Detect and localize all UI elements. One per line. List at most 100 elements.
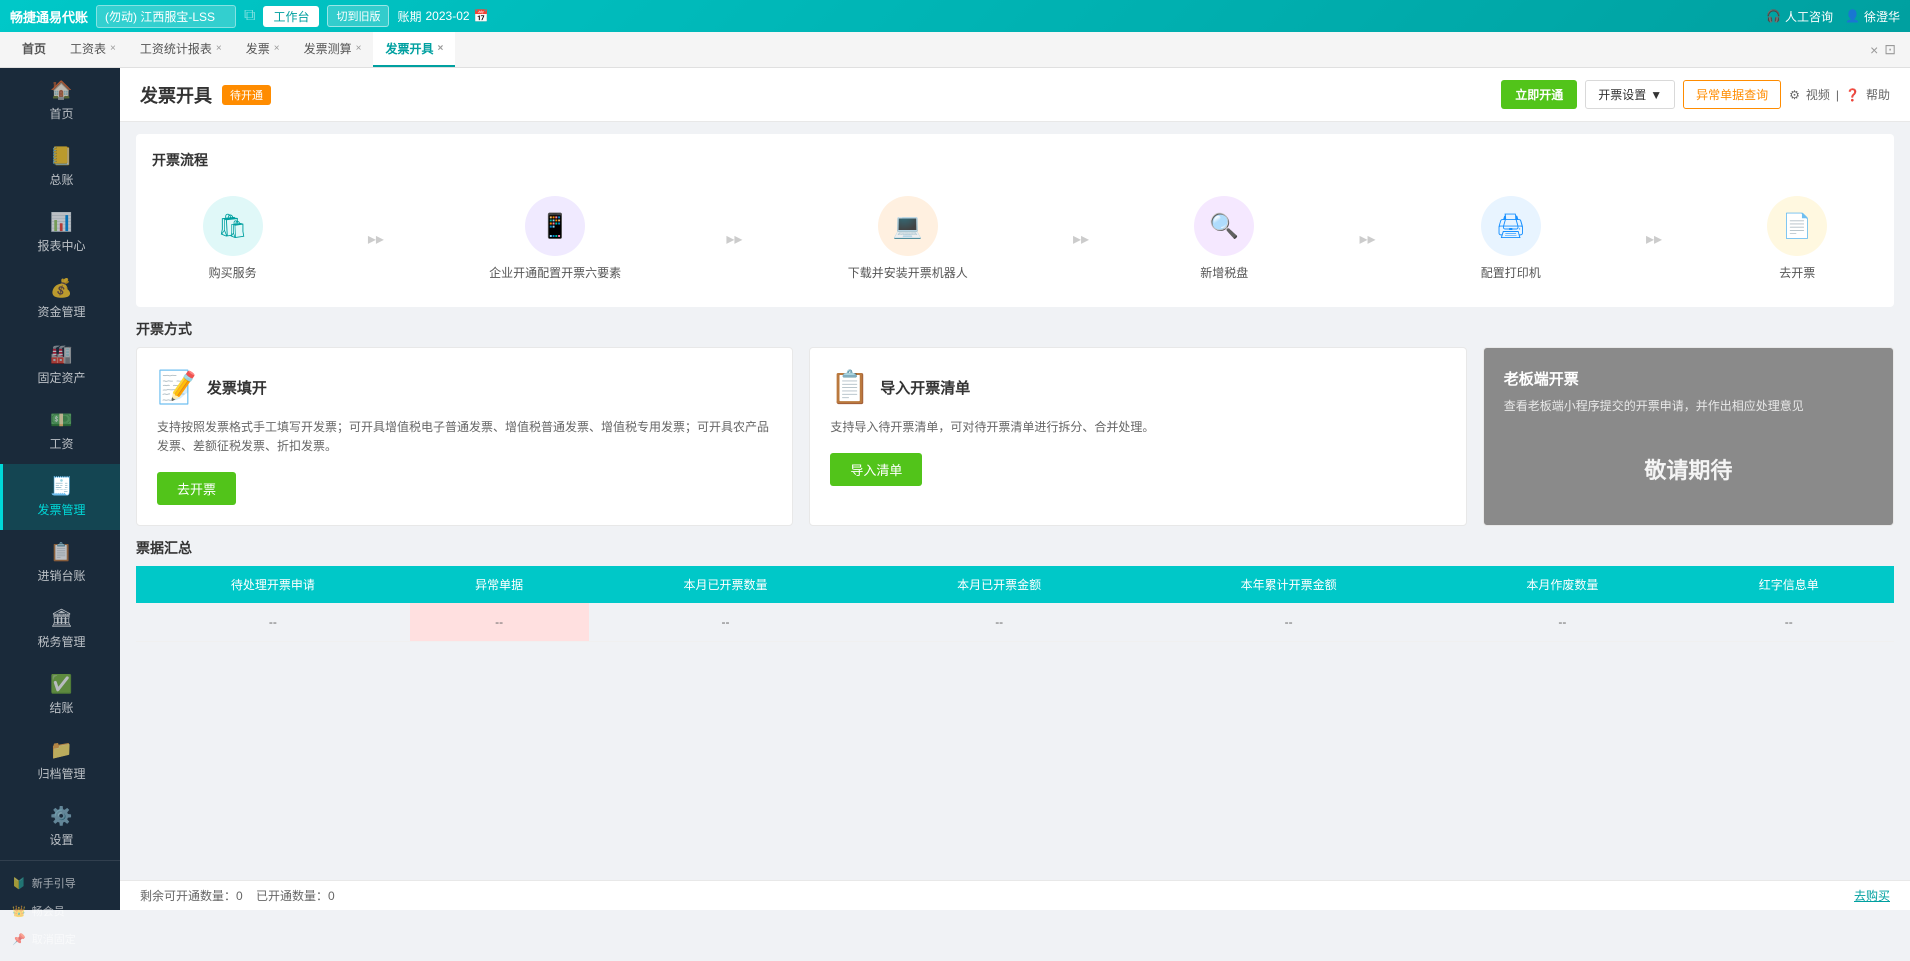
summary-section: 票据汇总 待处理开票申请 异常单据 本月已开票数量 本月已开票金额 本年累计开票…: [136, 538, 1894, 642]
sidebar-item-purchase-sales[interactable]: 📋 进销台账: [0, 530, 120, 596]
tab-salary-label: 工资表: [70, 40, 106, 57]
tab-salary-close[interactable]: ×: [110, 43, 116, 54]
tab-home[interactable]: 首页: [10, 32, 58, 67]
step-config-printer[interactable]: 🖨 配置打印机: [1481, 196, 1541, 281]
remaining-count-label: 剩余可开通数量：0 已开通数量：0: [140, 887, 335, 904]
step-buy-service[interactable]: 🛍 购买服务: [203, 196, 263, 281]
sidebar-settings-label: 设置: [49, 831, 73, 848]
top-bar-right: 🎧 人工咨询 👤 徐澄华: [1766, 8, 1900, 25]
workspace-button[interactable]: 工作台: [263, 6, 319, 27]
cell-pending: --: [136, 603, 410, 642]
ledger-icon: 📒: [50, 146, 72, 167]
sidebar-pin-button[interactable]: 📌 取消固定: [0, 925, 120, 953]
salary-icon: 💵: [50, 410, 72, 431]
tab-invoice-close[interactable]: ×: [274, 43, 280, 54]
period-label: 账期: [397, 8, 421, 25]
tab-invoice-tool[interactable]: 发票开具 ×: [373, 32, 455, 67]
tab-salary[interactable]: 工资表 ×: [58, 32, 128, 67]
manual-invoice-button[interactable]: 去开票: [157, 472, 236, 505]
manual-invoice-icon: 📝: [157, 368, 197, 406]
sidebar-item-archive[interactable]: 📁 归档管理: [0, 728, 120, 794]
sidebar-item-tax[interactable]: 🏛 税务管理: [0, 596, 120, 662]
step-issue-invoice[interactable]: 📄 去开票: [1767, 196, 1827, 281]
method-card-manual-header: 📝 发票填开: [157, 368, 772, 406]
abnormal-query-button[interactable]: 异常单据查询: [1683, 80, 1781, 109]
tax-icon: 🏛: [50, 608, 73, 629]
tab-salary-report-label: 工资统计报表: [140, 40, 212, 57]
user-profile-button[interactable]: 👤 徐澄华: [1845, 8, 1900, 25]
import-invoice-title: 导入开票清单: [880, 377, 970, 398]
new-guide-icon: 🔰: [12, 877, 26, 890]
step-download-robot[interactable]: 💻 下载并安装开票机器人: [848, 196, 968, 281]
cell-month-count: --: [589, 603, 863, 642]
cell-year-amount: --: [1136, 603, 1441, 642]
step-add-taxbox[interactable]: 🔍 新增税盘: [1194, 196, 1254, 281]
settings-gear-icon[interactable]: ⚙: [1789, 88, 1800, 102]
video-label[interactable]: 视频: [1806, 86, 1830, 103]
company-selector[interactable]: (勿动) 江西服宝-LSS: [96, 5, 236, 28]
settlement-icon: ✅: [50, 674, 72, 695]
calendar-icon[interactable]: 📅: [474, 9, 489, 23]
window-restore-button[interactable]: ⊡: [1884, 41, 1896, 58]
sidebar-home-label: 首页: [49, 105, 73, 122]
top-bar: 畅捷通易代账 (勿动) 江西服宝-LSS ⧉ 工作台 切到旧版 账期 2023-…: [0, 0, 1910, 32]
sidebar-item-salary[interactable]: 💵 工资: [0, 398, 120, 464]
process-section: 开票流程 🛍 购买服务 ▸▸ 📱 企业开通配置开票六要素 ▸▸ 💻 下载并安装开…: [136, 134, 1894, 307]
open-settings-button[interactable]: 开票设置 ▼: [1585, 80, 1675, 109]
sidebar-item-home[interactable]: 🏠 首页: [0, 68, 120, 134]
arrow-2: ▸▸: [726, 229, 742, 249]
window-controls: × ⊡: [1870, 32, 1900, 67]
top-bar-left: 畅捷通易代账 (勿动) 江西服宝-LSS ⧉ 工作台 切到旧版 账期 2023-…: [10, 5, 489, 28]
sidebar-salary-label: 工资: [49, 435, 73, 452]
tab-invoice-tool-close[interactable]: ×: [437, 43, 443, 54]
tab-salary-report-close[interactable]: ×: [216, 43, 222, 54]
bottom-bar: 剩余可开通数量：0 已开通数量：0 去购买: [120, 880, 1910, 910]
summary-row: -- -- -- -- -- -- --: [136, 603, 1894, 642]
sidebar-reports-label: 报表中心: [37, 237, 85, 254]
step-configure[interactable]: 📱 企业开通配置开票六要素: [489, 196, 621, 281]
col-year-amount: 本年累计开票金额: [1136, 566, 1441, 603]
reports-icon: 📊: [50, 212, 72, 233]
tab-salary-report[interactable]: 工资统计报表 ×: [128, 32, 234, 67]
open-now-button[interactable]: 立即开通: [1501, 80, 1577, 109]
copy-icon[interactable]: ⧉: [244, 7, 255, 25]
sidebar-tax-label: 税务管理: [37, 633, 85, 650]
arrow-5: ▸▸: [1646, 229, 1662, 249]
sidebar-item-invoice-mgmt[interactable]: 🧾 发票管理: [0, 464, 120, 530]
page-title: 发票开具: [140, 82, 212, 108]
sidebar-item-settings[interactable]: ⚙️ 设置: [0, 794, 120, 860]
switch-old-button[interactable]: 切到旧版: [327, 5, 389, 27]
buy-link[interactable]: 去购买: [1854, 887, 1890, 904]
customer-service-button[interactable]: 🎧 人工咨询: [1766, 8, 1833, 25]
window-close-button[interactable]: ×: [1870, 42, 1878, 58]
period-value: 2023-02: [426, 9, 470, 23]
col-abnormal: 异常单据: [410, 566, 589, 603]
tab-invoice-calc-close[interactable]: ×: [356, 43, 362, 54]
remaining-label: 剩余可开通数量：0: [140, 889, 243, 903]
sidebar-item-funds[interactable]: 💰 资金管理: [0, 266, 120, 332]
manual-invoice-desc: 支持按照发票格式手工填写开发票；可开具增值税电子普通发票、增值税普通发票、增值税…: [157, 418, 772, 456]
summary-table: 待处理开票申请 异常单据 本月已开票数量 本月已开票金额 本年累计开票金额 本月…: [136, 566, 1894, 642]
sidebar-item-settlement[interactable]: ✅ 结账: [0, 662, 120, 728]
step-configure-label: 企业开通配置开票六要素: [489, 264, 621, 281]
col-month-count: 本月已开票数量: [589, 566, 863, 603]
sidebar-item-fixed-assets[interactable]: 🏭 固定资产: [0, 332, 120, 398]
question-icon[interactable]: ❓: [1845, 88, 1860, 102]
import-invoice-button[interactable]: 导入清单: [830, 453, 922, 486]
open-settings-label: 开票设置: [1598, 86, 1646, 103]
sidebar-item-ledger[interactable]: 📒 总账: [0, 134, 120, 200]
sidebar-archive-label: 归档管理: [37, 765, 85, 782]
home-icon: 🏠: [50, 80, 72, 101]
sidebar-settlement-label: 结账: [49, 699, 73, 716]
sidebar-ledger-label: 总账: [49, 171, 73, 188]
tab-invoice-tool-label: 发票开具: [385, 40, 433, 57]
arrow-1: ▸▸: [368, 229, 384, 249]
tab-invoice-calc[interactable]: 发票测算 ×: [292, 32, 374, 67]
tab-invoice[interactable]: 发票 ×: [234, 32, 292, 67]
cell-month-amount: --: [862, 603, 1136, 642]
buy-service-icon: 🛍: [203, 196, 263, 256]
sidebar-item-member[interactable]: 👑 畅会员: [0, 897, 120, 925]
sidebar-item-reports[interactable]: 📊 报表中心: [0, 200, 120, 266]
sidebar-item-new-guide[interactable]: 🔰 新手引导: [0, 869, 120, 897]
help-label[interactable]: 帮助: [1866, 86, 1890, 103]
